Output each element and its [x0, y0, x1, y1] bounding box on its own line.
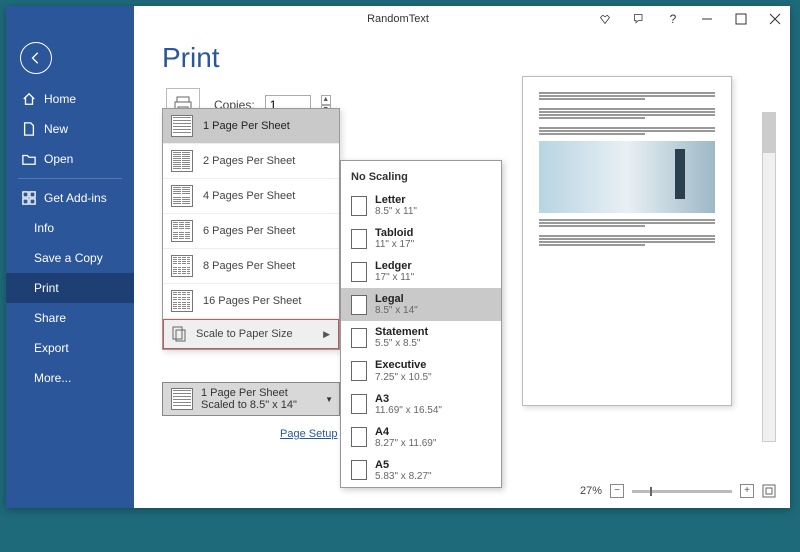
- nav-open[interactable]: Open: [6, 144, 134, 174]
- nav-home[interactable]: Home: [6, 84, 134, 114]
- app-window: RandomText ? Home New Open Get Ad: [6, 6, 790, 508]
- nav-print[interactable]: Print: [6, 273, 134, 303]
- paper-icon: [351, 295, 367, 315]
- nav-export[interactable]: Export: [6, 333, 134, 363]
- nav-save-copy[interactable]: Save a Copy: [6, 243, 134, 273]
- pps-icon: [171, 115, 193, 137]
- nav-addins[interactable]: Get Add-ins: [6, 183, 134, 213]
- scale-executive[interactable]: Executive7.25" x 10.5": [341, 354, 501, 387]
- home-icon: [22, 92, 36, 106]
- nav-label: Open: [44, 152, 73, 166]
- scale-a4[interactable]: A48.27" x 11.69": [341, 421, 501, 454]
- backstage-sidebar: Home New Open Get Add-ins Info Save a Co…: [6, 6, 134, 508]
- scale-to-paper-menu: No Scaling Letter8.5" x 11" Tabloid11" x…: [340, 160, 502, 488]
- pps-icon: [171, 150, 193, 172]
- pps-icon: [171, 388, 193, 410]
- new-icon: [22, 122, 36, 136]
- pages-per-sheet-menu: 1 Page Per Sheet 2 Pages Per Sheet 4 Pag…: [162, 108, 340, 350]
- paper-icon: [351, 427, 367, 447]
- scale-a3[interactable]: A311.69" x 16.54": [341, 388, 501, 421]
- preview-scrollbar[interactable]: [762, 112, 776, 442]
- maximize-button[interactable]: [726, 6, 756, 32]
- zoom-in-button[interactable]: +: [740, 484, 754, 498]
- pps-2[interactable]: 2 Pages Per Sheet: [163, 144, 339, 179]
- zoom-slider[interactable]: [632, 490, 732, 493]
- window-title: RandomText: [367, 13, 429, 25]
- pps-icon: [171, 290, 193, 312]
- nav-divider: [18, 178, 122, 179]
- paper-icon: [351, 394, 367, 414]
- scale-statement[interactable]: Statement5.5" x 8.5": [341, 321, 501, 354]
- scale-to-paper-size[interactable]: Scale to Paper Size ▶: [163, 319, 339, 349]
- page-setup-link[interactable]: Page Setup: [280, 428, 338, 440]
- nav-label: New: [44, 122, 68, 136]
- scale-tabloid[interactable]: Tabloid11" x 17": [341, 222, 501, 255]
- chevron-down-icon: ▼: [325, 395, 333, 404]
- feedback-icon[interactable]: [624, 6, 654, 32]
- content-area: Print Copies: ▲▼ 1 Page Per Sheet 2 Page…: [134, 6, 790, 508]
- scale-a5[interactable]: A55.83" x 8.27": [341, 454, 501, 487]
- print-preview: [500, 76, 776, 456]
- nav-label: Get Add-ins: [44, 191, 107, 205]
- pps-icon: [171, 255, 193, 277]
- scale-ledger[interactable]: Ledger17" x 11": [341, 255, 501, 288]
- pps-6[interactable]: 6 Pages Per Sheet: [163, 214, 339, 249]
- nav-label: Home: [44, 92, 76, 106]
- paper-icon: [351, 460, 367, 480]
- nav-more[interactable]: More...: [6, 363, 134, 393]
- paper-icon: [351, 328, 367, 348]
- titlebar: RandomText ?: [6, 6, 790, 32]
- scale-icon: [172, 326, 186, 342]
- zoom-value: 27%: [580, 485, 602, 497]
- pps-4[interactable]: 4 Pages Per Sheet: [163, 179, 339, 214]
- pages-per-sheet-dropdown[interactable]: 1 Page Per Sheet Scaled to 8.5" x 14" ▼: [162, 382, 340, 416]
- premium-icon[interactable]: [590, 6, 620, 32]
- zoom-out-button[interactable]: −: [610, 484, 624, 498]
- scale-header-no-scaling[interactable]: No Scaling: [341, 165, 501, 189]
- nav-new[interactable]: New: [6, 114, 134, 144]
- page-title: Print: [162, 42, 790, 74]
- pps-16[interactable]: 16 Pages Per Sheet: [163, 284, 339, 319]
- open-icon: [22, 152, 36, 166]
- minimize-button[interactable]: [692, 6, 722, 32]
- paper-icon: [351, 361, 367, 381]
- paper-icon: [351, 196, 367, 216]
- preview-page: [522, 76, 732, 406]
- chevron-right-icon: ▶: [323, 329, 330, 340]
- nav-share[interactable]: Share: [6, 303, 134, 333]
- scale-letter[interactable]: Letter8.5" x 11": [341, 189, 501, 222]
- paper-icon: [351, 262, 367, 282]
- pps-8[interactable]: 8 Pages Per Sheet: [163, 249, 339, 284]
- close-button[interactable]: [760, 6, 790, 32]
- scale-legal[interactable]: Legal8.5" x 14": [341, 288, 501, 321]
- pps-icon: [171, 185, 193, 207]
- nav-info[interactable]: Info: [6, 213, 134, 243]
- fit-to-window-icon[interactable]: [762, 484, 776, 498]
- current-selection-text: 1 Page Per Sheet Scaled to 8.5" x 14": [201, 387, 297, 411]
- back-button[interactable]: [20, 42, 52, 74]
- preview-image: [539, 141, 715, 213]
- addins-icon: [22, 191, 36, 205]
- help-button[interactable]: ?: [658, 6, 688, 32]
- pps-1[interactable]: 1 Page Per Sheet: [163, 109, 339, 144]
- pps-icon: [171, 220, 193, 242]
- paper-icon: [351, 229, 367, 249]
- zoom-controls: 27% − +: [580, 484, 776, 498]
